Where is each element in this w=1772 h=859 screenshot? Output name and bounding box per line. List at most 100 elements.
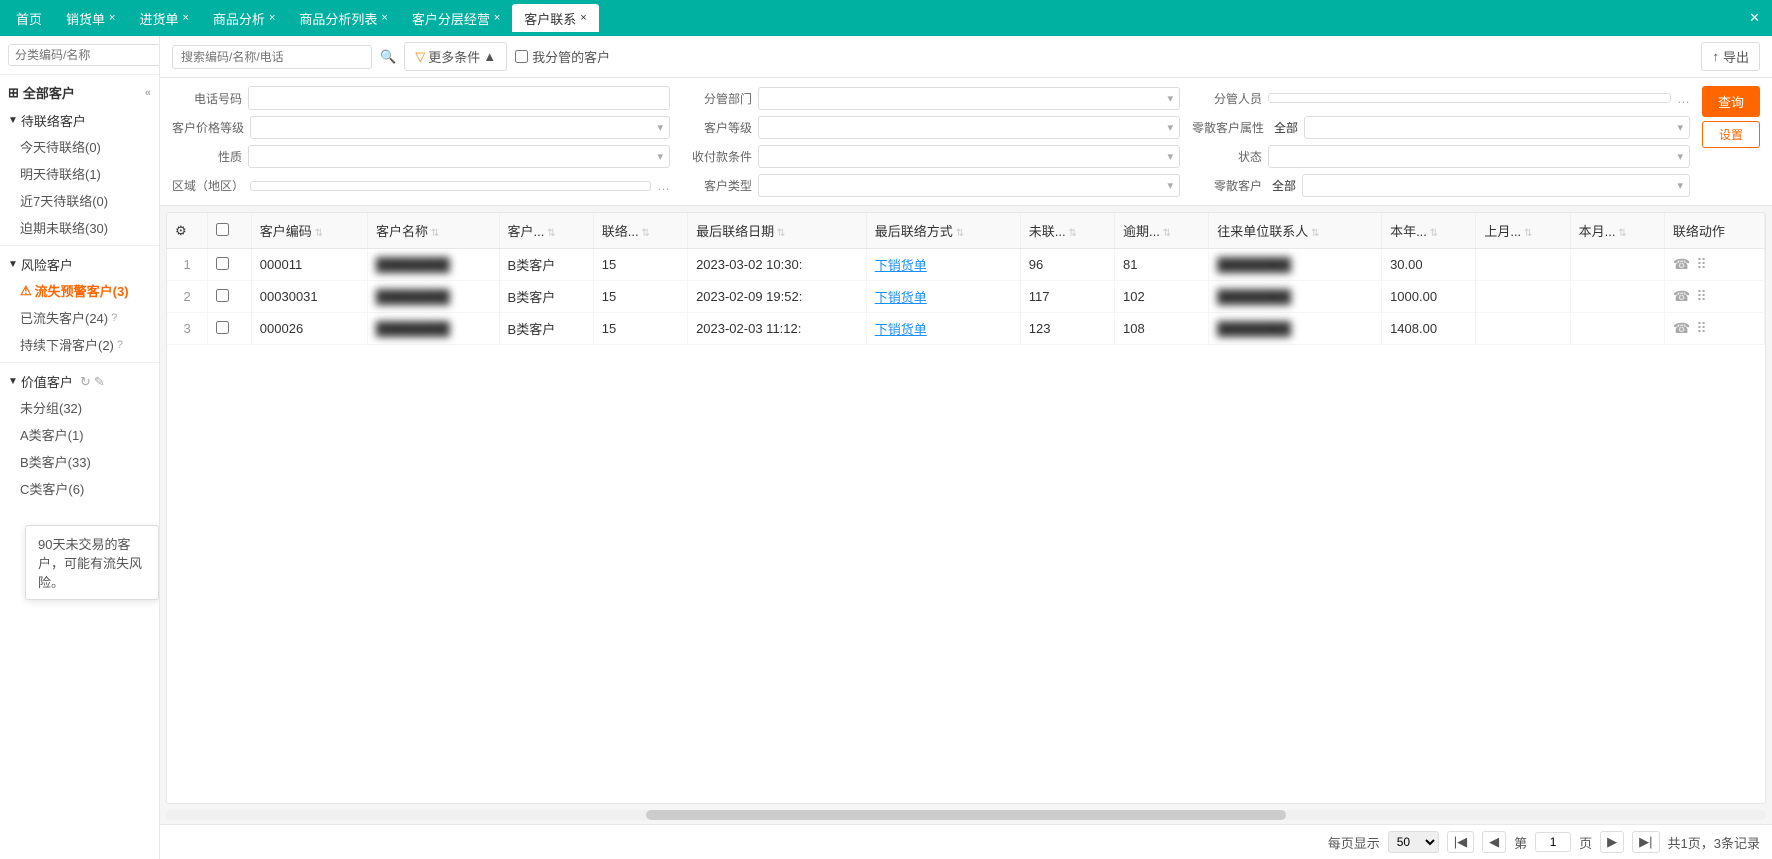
row-checkbox[interactable] (216, 289, 229, 302)
more-action-icon[interactable]: ⠿ (1696, 256, 1706, 273)
last-month-amount (1476, 249, 1570, 281)
edit-icon[interactable]: ✎ (94, 374, 105, 390)
page-number-input[interactable] (1535, 832, 1571, 852)
more-conditions-btn[interactable]: ▽ 更多条件 ▲ (404, 42, 507, 71)
tab-product-analysis[interactable]: 商品分析 × (201, 4, 287, 32)
more-action-icon[interactable]: ⠿ (1696, 288, 1706, 305)
contact-action-icon[interactable]: ☎ (1673, 320, 1690, 337)
gender-select[interactable]: ▾ (248, 145, 670, 168)
prev-page-btn[interactable]: ◀ (1482, 831, 1506, 853)
customer-level-label: 客户等级 (682, 119, 752, 136)
col-overdue[interactable]: 逾期... (1115, 213, 1209, 249)
tab-product-analysis-list[interactable]: 商品分析列表 × (287, 4, 399, 32)
last-contact-method[interactable]: 下销货单 (866, 249, 1020, 281)
customer-type-select[interactable]: ▾ (758, 174, 1180, 197)
close-product-analysis-list-tab[interactable]: × (381, 12, 387, 24)
first-page-btn[interactable]: |◀ (1447, 831, 1474, 853)
manager-select[interactable] (1268, 93, 1671, 103)
my-customers-checkbox[interactable] (515, 50, 528, 63)
sidebar-item-overdue[interactable]: 迫期未联络(30) (0, 214, 159, 241)
close-customer-tier-tab[interactable]: × (494, 12, 500, 24)
col-code[interactable]: 客户编码 (251, 213, 367, 249)
horizontal-scrollbar[interactable] (166, 810, 1766, 820)
last-contact-method[interactable]: 下销货单 (866, 313, 1020, 345)
sidebar-item-c-class[interactable]: C类客户(6) (0, 475, 159, 502)
close-purchase-tab[interactable]: × (182, 12, 188, 24)
tab-sales[interactable]: 销货单 × (54, 4, 127, 32)
row-checkbox[interactable] (216, 321, 229, 334)
sidebar-item-lost[interactable]: 已流失客户(24) ? (0, 304, 159, 331)
next-page-btn[interactable]: ▶ (1600, 831, 1624, 853)
sidebar-item-declining[interactable]: 持续下滑客户(2) ? (0, 331, 159, 358)
status-select[interactable]: ▾ (1268, 145, 1690, 168)
sidebar-item-a-class[interactable]: A类客户(1) (0, 421, 159, 448)
action-buttons[interactable]: ☎ ⠿ (1664, 249, 1764, 281)
close-customer-contact-tab[interactable]: × (580, 12, 586, 24)
row-checkbox-cell[interactable] (208, 281, 251, 313)
tab-home[interactable]: 首页 (4, 4, 54, 32)
page-size-select[interactable]: 50 100 200 (1388, 831, 1439, 853)
main-search-input[interactable] (172, 45, 372, 69)
manager-more-icon[interactable]: … (1677, 91, 1690, 106)
close-sales-tab[interactable]: × (109, 12, 115, 24)
main-search-icon[interactable]: 🔍 (380, 49, 396, 65)
payment-select[interactable]: ▾ (758, 145, 1180, 168)
col-name[interactable]: 客户名称 (368, 213, 499, 249)
action-buttons[interactable]: ☎ ⠿ (1664, 281, 1764, 313)
row-checkbox-cell[interactable] (208, 313, 251, 345)
zero-attr-select[interactable]: ▾ (1304, 116, 1690, 139)
zero-customer-select[interactable]: ▾ (1302, 174, 1690, 197)
churn-section-title[interactable]: ▼ 风险客户 (0, 250, 159, 277)
tab-customer-tier[interactable]: 客户分层经营 × (400, 4, 512, 32)
sidebar-item-churn-warning[interactable]: ⚠ 流失预警客户(3) (0, 277, 159, 304)
sidebar-item-today[interactable]: 今天待联络(0) (0, 133, 159, 160)
contact-count: 15 (593, 249, 687, 281)
action-buttons[interactable]: ☎ ⠿ (1664, 313, 1764, 345)
contact-action-icon[interactable]: ☎ (1673, 288, 1690, 305)
export-btn[interactable]: ↑ 导出 (1701, 42, 1760, 71)
row-checkbox[interactable] (216, 257, 229, 270)
pending-section-title[interactable]: ▼ 待联络客户 (0, 106, 159, 133)
region-select[interactable] (250, 181, 651, 191)
sidebar-item-b-class[interactable]: B类客户(33) (0, 448, 159, 475)
sidebar-item-tomorrow[interactable]: 明天待联络(1) (0, 160, 159, 187)
settings-btn[interactable]: 设置 (1702, 121, 1760, 148)
col-settings[interactable]: ⚙ (167, 213, 208, 249)
close-product-analysis-tab[interactable]: × (269, 12, 275, 24)
col-contact-person[interactable]: 往来单位联系人 (1209, 213, 1382, 249)
col-checkbox[interactable] (208, 213, 251, 249)
col-last-date[interactable]: 最后联络日期 (688, 213, 867, 249)
sidebar-search-input[interactable] (8, 44, 160, 66)
last-page-btn[interactable]: ▶| (1632, 831, 1659, 853)
all-customers-group[interactable]: ⊞ 全部客户 « (0, 75, 159, 106)
region-more-icon[interactable]: … (657, 178, 670, 193)
scrollbar-thumb[interactable] (646, 810, 1286, 820)
contact-action-icon[interactable]: ☎ (1673, 256, 1690, 273)
col-contact[interactable]: 联络... (593, 213, 687, 249)
col-this-year[interactable]: 本年... (1382, 213, 1476, 249)
row-checkbox-cell[interactable] (208, 249, 251, 281)
price-level-select[interactable]: ▾ (250, 116, 670, 139)
tab-customer-contact[interactable]: 客户联系 × (512, 4, 598, 32)
col-last-month[interactable]: 上月... (1476, 213, 1570, 249)
query-btn[interactable]: 查询 (1702, 86, 1760, 117)
my-customers-checkbox-label[interactable]: 我分管的客户 (515, 47, 610, 66)
col-this-month[interactable]: 本月... (1570, 213, 1664, 249)
status-label: 状态 (1192, 148, 1262, 165)
col-unlisted[interactable]: 未联... (1020, 213, 1114, 249)
sidebar-item-ungrouped[interactable]: 未分组(32) (0, 394, 159, 421)
close-all-tabs[interactable]: ✕ (1741, 6, 1768, 30)
col-last-method[interactable]: 最后联络方式 (866, 213, 1020, 249)
collapse-sidebar-icon[interactable]: « (145, 87, 151, 99)
last-contact-method[interactable]: 下销货单 (866, 281, 1020, 313)
refresh-icon[interactable]: ↻ (80, 374, 91, 390)
dept-select[interactable]: ▾ (758, 87, 1180, 110)
more-action-icon[interactable]: ⠿ (1696, 320, 1706, 337)
col-type[interactable]: 客户... (499, 213, 593, 249)
select-all-checkbox[interactable] (216, 223, 229, 236)
customer-level-select[interactable]: ▾ (758, 116, 1180, 139)
sidebar-item-7days[interactable]: 近7天待联络(0) (0, 187, 159, 214)
tab-purchase[interactable]: 进货单 × (127, 4, 200, 32)
value-section-title[interactable]: ▼ 价值客户 ↻ ✎ (0, 367, 159, 394)
phone-input[interactable] (248, 86, 670, 110)
